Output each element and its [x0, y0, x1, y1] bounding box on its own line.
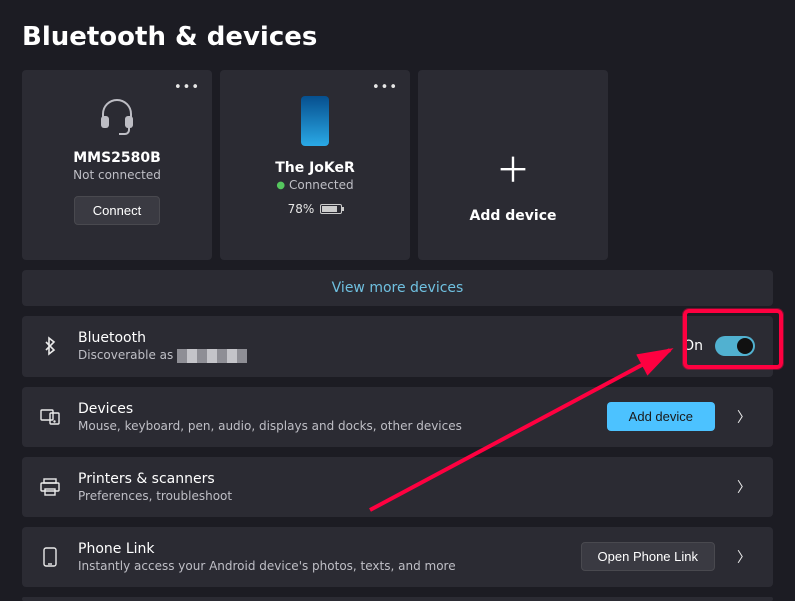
printer-icon: [40, 478, 60, 496]
redacted-name: [177, 349, 247, 363]
devices-subtitle: Mouse, keyboard, pen, audio, displays an…: [78, 419, 589, 433]
phone-link-title: Phone Link: [78, 541, 563, 557]
bluetooth-subtitle: Discoverable as: [78, 348, 665, 363]
battery-icon: [320, 204, 342, 214]
phone-icon: [301, 96, 329, 146]
add-device-button[interactable]: Add device: [607, 402, 715, 431]
plus-icon: ＋: [496, 154, 530, 188]
phone-link-row[interactable]: Phone Link Instantly access your Android…: [22, 527, 773, 587]
chevron-right-icon[interactable]: 〉: [733, 477, 755, 497]
device-name: MMS2580B: [73, 150, 161, 166]
chevron-right-icon[interactable]: 〉: [733, 547, 755, 567]
connect-button[interactable]: Connect: [74, 196, 160, 225]
devices-icon: [40, 409, 60, 425]
device-card-phone[interactable]: ••• The JoKeR ● Connected 78%: [220, 70, 410, 260]
printers-row[interactable]: Printers & scanners Preferences, trouble…: [22, 457, 773, 517]
add-device-card[interactable]: ＋ Add device: [418, 70, 608, 260]
printers-subtitle: Preferences, troubleshoot: [78, 489, 715, 503]
toggle-state-label: On: [683, 338, 703, 354]
phone-link-subtitle: Instantly access your Android device's p…: [78, 559, 563, 573]
view-more-devices-link[interactable]: View more devices: [22, 270, 773, 306]
status-dot-icon: ●: [276, 180, 285, 191]
bluetooth-title: Bluetooth: [78, 330, 665, 346]
printers-title: Printers & scanners: [78, 471, 715, 487]
bluetooth-icon: [40, 336, 60, 356]
battery-percent: 78%: [288, 202, 315, 216]
device-cards-row: ••• MMS2580B Not connected Connect ••• T…: [0, 70, 795, 260]
more-icon[interactable]: •••: [372, 80, 398, 95]
add-device-label: Add device: [470, 208, 557, 224]
device-card-headset[interactable]: ••• MMS2580B Not connected Connect: [22, 70, 212, 260]
device-status: ● Connected: [276, 178, 353, 192]
device-name: The JoKeR: [275, 160, 355, 176]
device-status-text: Connected: [289, 178, 354, 192]
battery-row: 78%: [288, 202, 343, 216]
more-icon[interactable]: •••: [174, 80, 200, 95]
bluetooth-toggle[interactable]: [715, 336, 755, 356]
devices-row[interactable]: Devices Mouse, keyboard, pen, audio, dis…: [22, 387, 773, 447]
device-status: Not connected: [73, 168, 161, 182]
open-phone-link-button[interactable]: Open Phone Link: [581, 542, 715, 571]
page-title: Bluetooth & devices: [0, 0, 795, 70]
phone-icon: [40, 547, 60, 567]
devices-title: Devices: [78, 401, 589, 417]
chevron-right-icon[interactable]: 〉: [733, 407, 755, 427]
bluetooth-toggle-row: Bluetooth Discoverable as On: [22, 316, 773, 377]
headset-icon: [95, 92, 139, 136]
